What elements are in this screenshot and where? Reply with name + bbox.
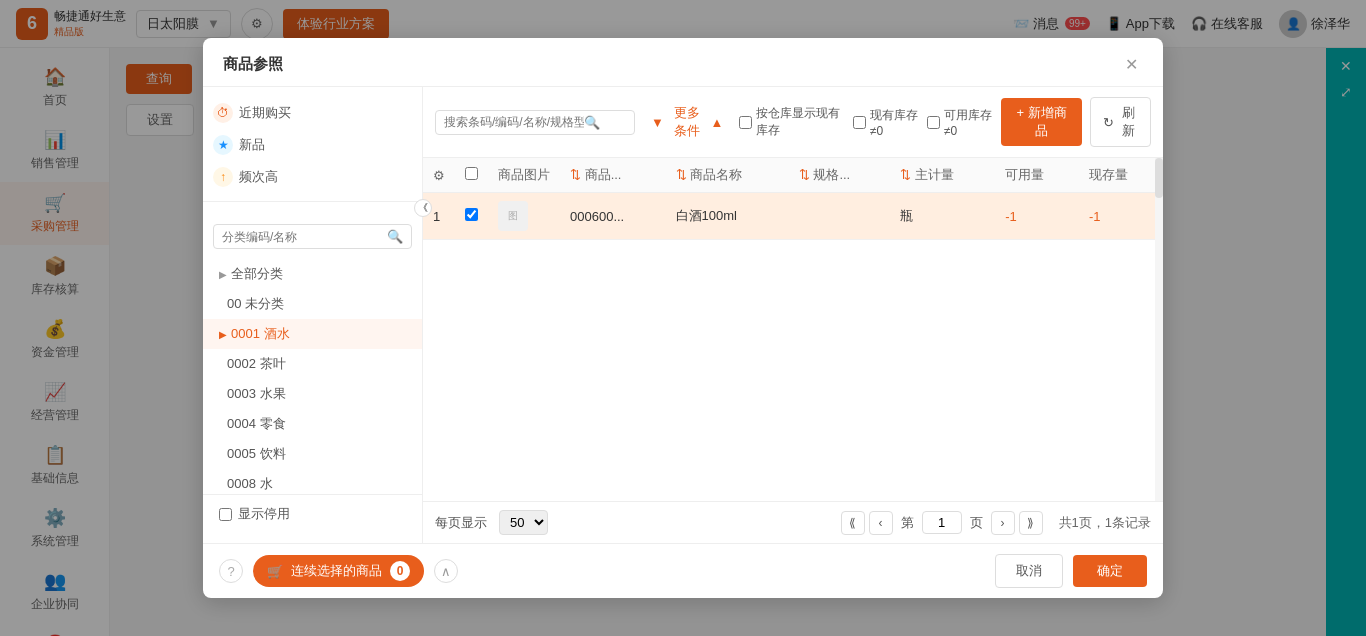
per-page-select[interactable]: 50 <box>499 510 548 535</box>
available-stock-checkbox[interactable] <box>927 116 940 129</box>
prev-page-button[interactable]: ‹ <box>869 511 893 535</box>
main-content: 查询 设置 ✕ ⤢ 商品参照 ✕ <box>110 48 1366 636</box>
filter-up-icon: ▲ <box>711 115 724 130</box>
select-all-checkbox[interactable] <box>465 167 478 180</box>
recent-icon: ⏱ <box>213 103 233 123</box>
category-search-icon[interactable]: 🔍 <box>387 229 403 244</box>
modal-toolbar: 🔍 ▼ 更多条件 ▲ 按仓库显示现有库存 <box>423 87 1163 158</box>
product-table: ⚙ 商品图片 <box>423 158 1163 501</box>
column-settings-icon[interactable]: ⚙ <box>433 168 445 183</box>
scrollbar-track <box>1155 158 1163 501</box>
col-check[interactable] <box>455 158 488 193</box>
modal-left-panel: ⏱ 近期购买 ★ 新品 ↑ 频次高 <box>203 87 423 543</box>
modal-right-panel: 🔍 ▼ 更多条件 ▲ 按仓库显示现有库存 <box>423 87 1163 543</box>
checkbox-warehouse-stock[interactable]: 按仓库显示现有库存 <box>739 105 845 139</box>
col-code-header[interactable]: ⇅ 商品... <box>560 158 666 193</box>
col-image-header: 商品图片 <box>488 158 560 193</box>
table-row[interactable]: 1 图 000600... 白酒100ml <box>423 193 1163 240</box>
category-water[interactable]: 0008 水 <box>203 469 422 494</box>
sort-icon: ⇅ <box>676 167 687 182</box>
product-reference-modal: 商品参照 ✕ ⏱ 近期购买 ★ <box>203 48 1163 598</box>
col-stock-header: 现存量 <box>1079 158 1163 193</box>
modal-body: ⏱ 近期购买 ★ 新品 ↑ 频次高 <box>203 87 1163 543</box>
show-disabled-row: 显示停用 <box>203 494 422 533</box>
table-header-row: ⚙ 商品图片 <box>423 158 1163 193</box>
category-snack[interactable]: 0004 零食 <box>203 409 422 439</box>
sort-icon: ⇅ <box>570 167 581 182</box>
cart-area[interactable]: 🛒 连续选择的商品 0 <box>253 555 424 587</box>
new-icon: ★ <box>213 135 233 155</box>
help-button[interactable]: ? <box>219 559 243 583</box>
main-layout: 🏠 首页 📊 销售管理 🛒 采购管理 📦 库存核算 💰 资金管理 📈 经营管理 … <box>0 48 1366 636</box>
page-number-input[interactable] <box>922 511 962 534</box>
modal-title: 商品参照 <box>223 55 283 74</box>
cancel-button[interactable]: 取消 <box>995 554 1063 588</box>
col-unit-header[interactable]: ⇅ 主计量 <box>890 158 995 193</box>
page-info: 共1页，1条记录 <box>1059 514 1151 532</box>
row-checkbox[interactable] <box>465 208 478 221</box>
category-beverage[interactable]: 0005 饮料 <box>203 439 422 469</box>
search-icon[interactable]: 🔍 <box>584 115 600 130</box>
col-available-header: 可用量 <box>995 158 1079 193</box>
refresh-button[interactable]: ↻ 刷新 <box>1090 97 1151 147</box>
modal-header: 商品参照 ✕ <box>203 48 1163 87</box>
sort-icon: ⇅ <box>799 167 810 182</box>
pagination-bar: 每页显示 50 ⟪ ‹ 第 页 › ⟫ <box>423 501 1163 543</box>
filter-button[interactable]: ▼ 更多条件 ▲ <box>643 100 731 144</box>
collapse-panel-button[interactable]: 《 <box>414 199 432 217</box>
category-all[interactable]: ▶ 全部分类 <box>203 259 422 289</box>
cart-icon: 🛒 <box>267 564 283 579</box>
confirm-button[interactable]: 确定 <box>1073 555 1147 587</box>
col-settings[interactable]: ⚙ <box>423 158 455 193</box>
warehouse-stock-checkbox[interactable] <box>739 116 752 129</box>
cell-available: -1 <box>995 193 1079 240</box>
quick-item-new[interactable]: ★ 新品 <box>203 129 422 161</box>
checkbox-available-stock[interactable]: 可用库存≠0 <box>927 107 993 138</box>
expand-button[interactable]: ∧ <box>434 559 458 583</box>
cell-stock: -1 <box>1079 193 1163 240</box>
category-fruit[interactable]: 0003 水果 <box>203 379 422 409</box>
quick-item-recent[interactable]: ⏱ 近期购买 <box>203 97 422 129</box>
cell-image: 图 <box>488 193 560 240</box>
last-page-button[interactable]: ⟫ <box>1019 511 1043 535</box>
category-search-input[interactable] <box>222 230 387 244</box>
product-thumbnail: 图 <box>498 201 528 231</box>
expand-icon: ▶ <box>219 269 227 280</box>
freq-icon: ↑ <box>213 167 233 187</box>
category-tea[interactable]: 0002 茶叶 <box>203 349 422 379</box>
col-name-header[interactable]: ⇅ 商品名称 <box>666 158 789 193</box>
cell-code: 000600... <box>560 193 666 240</box>
product-data-table: ⚙ 商品图片 <box>423 158 1163 240</box>
modal-overlay: 商品参照 ✕ ⏱ 近期购买 ★ <box>110 48 1366 636</box>
checkbox-current-stock[interactable]: 现有库存≠0 <box>853 107 919 138</box>
first-page-button[interactable]: ⟪ <box>841 511 865 535</box>
current-stock-checkbox[interactable] <box>853 116 866 129</box>
add-product-button[interactable]: + 新增商品 <box>1001 98 1082 146</box>
category-search-box: 🔍 <box>213 224 412 249</box>
quick-item-frequent[interactable]: ↑ 频次高 <box>203 161 422 193</box>
product-search-box: 🔍 <box>435 110 635 135</box>
sort-icon: ⇅ <box>900 167 911 182</box>
category-liquor[interactable]: ▶ 0001 酒水 <box>203 319 422 349</box>
modal-footer: ? 🛒 连续选择的商品 0 ∧ 取消 确定 <box>203 543 1163 598</box>
category-unclassified[interactable]: 00 未分类 <box>203 289 422 319</box>
scrollbar-thumb[interactable] <box>1155 158 1163 198</box>
next-page-button[interactable]: › <box>991 511 1015 535</box>
cell-name: 白酒100ml <box>666 193 789 240</box>
show-disabled-checkbox[interactable] <box>219 508 232 521</box>
cart-count: 0 <box>390 561 410 581</box>
product-search-input[interactable] <box>444 115 584 129</box>
col-spec-header[interactable]: ⇅ 规格... <box>789 158 891 193</box>
cell-spec <box>789 193 891 240</box>
category-list: ▶ 全部分类 00 未分类 ▶ 0001 酒水 <box>203 259 422 494</box>
expand-icon-active: ▶ <box>219 329 227 340</box>
refresh-icon: ↻ <box>1103 115 1114 130</box>
quick-items: ⏱ 近期购买 ★ 新品 ↑ 频次高 <box>203 97 422 202</box>
cell-unit: 瓶 <box>890 193 995 240</box>
filter-icon: ▼ <box>651 115 664 130</box>
modal-close-button[interactable]: ✕ <box>1119 52 1143 76</box>
cell-check[interactable] <box>455 193 488 240</box>
page-navigation: ⟪ ‹ 第 页 › ⟫ <box>841 511 1043 535</box>
